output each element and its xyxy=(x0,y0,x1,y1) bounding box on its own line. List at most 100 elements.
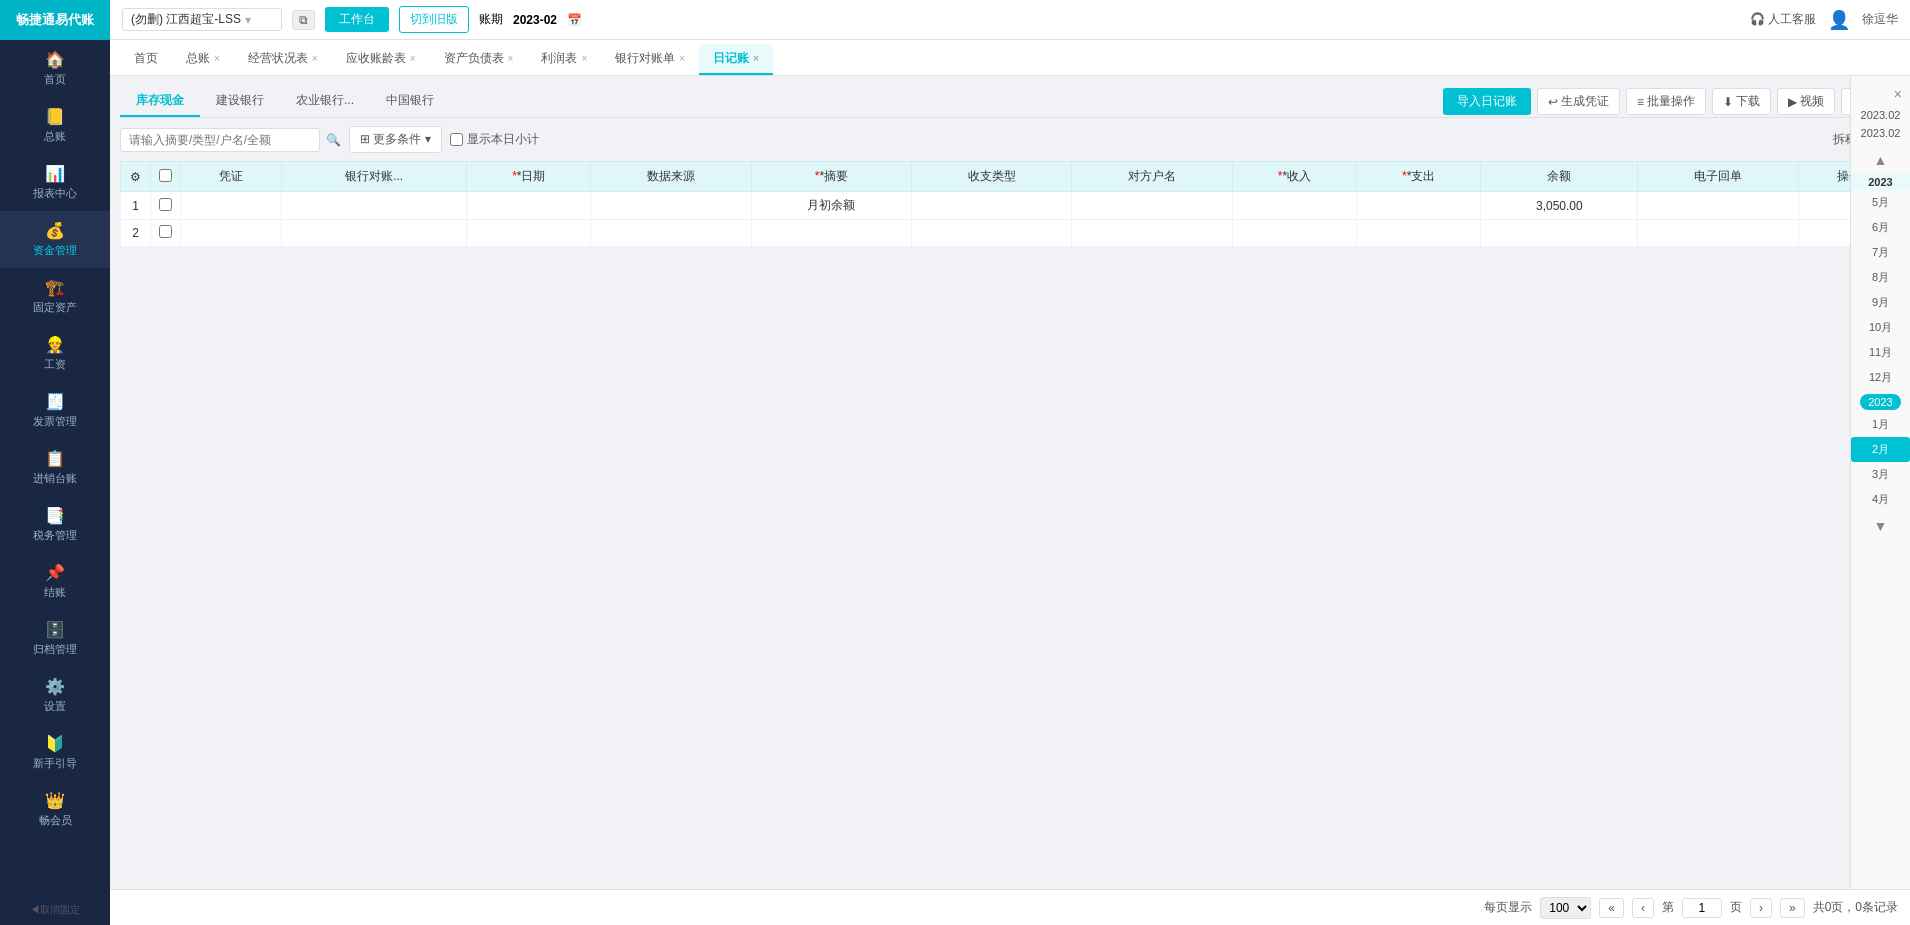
sidebar-item-archive[interactable]: 🗄️ 归档管理 xyxy=(0,610,110,667)
calendar-period-1: 2023.02 xyxy=(1861,106,1901,124)
cal-month-6[interactable]: 6月 xyxy=(1851,215,1910,240)
sidebar-item-ledger[interactable]: 📒 总账 xyxy=(0,97,110,154)
tab-business-label: 经营状况表 xyxy=(248,50,308,67)
archive-icon: 🗄️ xyxy=(45,620,65,639)
row-check-1[interactable] xyxy=(151,192,181,220)
copy-button[interactable]: ⧉ xyxy=(292,10,315,30)
row-counterparty-2 xyxy=(1072,220,1232,247)
tab-receivable-close[interactable]: × xyxy=(410,53,416,64)
more-filter-btn[interactable]: ⊞ 更多条件 ▾ xyxy=(349,126,442,153)
workbench-button[interactable]: 工作台 xyxy=(325,7,389,32)
company-select[interactable]: (勿删) 江西超宝-LSS ▾ xyxy=(122,8,282,31)
row-checkbox-2[interactable] xyxy=(159,225,172,238)
sidebar-item-tax[interactable]: 📑 税务管理 xyxy=(0,496,110,553)
tab-journal-label: 日记账 xyxy=(713,50,749,67)
tab-bank[interactable]: 银行对账单 × xyxy=(601,44,699,75)
row-date-2 xyxy=(467,220,591,247)
sidebar-item-home[interactable]: 🏠 首页 xyxy=(0,40,110,97)
cal-month-10[interactable]: 10月 xyxy=(1851,315,1910,340)
row-check-2[interactable] xyxy=(151,220,181,247)
generate-icon: ↩ xyxy=(1548,95,1558,109)
cal-month-4[interactable]: 4月 xyxy=(1851,487,1910,512)
sub-tab-abc[interactable]: 农业银行... xyxy=(280,86,370,117)
download-btn[interactable]: ⬇ 下载 xyxy=(1712,88,1771,115)
tab-bank-close[interactable]: × xyxy=(679,53,685,64)
tab-business-close[interactable]: × xyxy=(312,53,318,64)
support-label[interactable]: 🎧 人工客服 xyxy=(1750,11,1816,28)
cal-month-1[interactable]: 1月 xyxy=(1851,412,1910,437)
search-input[interactable] xyxy=(120,128,320,152)
sub-tab-boc[interactable]: 中国银行 xyxy=(370,86,450,117)
sidebar-item-vip[interactable]: 👑 畅会员 xyxy=(0,781,110,838)
close-books-icon: 📌 xyxy=(45,563,65,582)
sidebar-item-salary[interactable]: 👷 工资 xyxy=(0,325,110,382)
calendar-close-btn[interactable]: × xyxy=(1890,82,1906,106)
col-settings[interactable]: ⚙ xyxy=(121,162,151,192)
tab-profit-close[interactable]: × xyxy=(581,53,587,64)
tab-ledger-close[interactable]: × xyxy=(214,53,220,64)
tab-balance[interactable]: 资产负债表 × xyxy=(430,44,528,75)
cal-month-12[interactable]: 12月 xyxy=(1851,365,1910,390)
cal-month-8[interactable]: 8月 xyxy=(1851,265,1910,290)
col-check[interactable] xyxy=(151,162,181,192)
tab-receivable[interactable]: 应收账龄表 × xyxy=(332,44,430,75)
cal-month-5[interactable]: 5月 xyxy=(1851,190,1910,215)
page-input[interactable] xyxy=(1682,898,1722,918)
import-journal-btn[interactable]: 导入日记账 xyxy=(1443,88,1531,115)
show-daily-label[interactable]: 显示本日小计 xyxy=(450,131,539,148)
sidebar-item-invoice[interactable]: 🧾 发票管理 xyxy=(0,382,110,439)
sidebar-item-settings[interactable]: ⚙️ 设置 xyxy=(0,667,110,724)
tab-business[interactable]: 经营状况表 × xyxy=(234,44,332,75)
tab-ledger[interactable]: 总账 × xyxy=(172,44,234,75)
calendar-panel: × 2023.02 2023.02 ▲ 2023 5月 6月 7月 8月 9月 … xyxy=(1850,76,1910,889)
generate-voucher-btn[interactable]: ↩ 生成凭证 xyxy=(1537,88,1620,115)
cal-month-9[interactable]: 9月 xyxy=(1851,290,1910,315)
company-name: (勿删) 江西超宝-LSS xyxy=(131,11,241,28)
sidebar-item-guide[interactable]: 🔰 新手引导 xyxy=(0,724,110,781)
cal-month-7[interactable]: 7月 xyxy=(1851,240,1910,265)
last-page-btn[interactable]: » xyxy=(1780,898,1805,918)
row-date-1 xyxy=(467,192,591,220)
calendar-nav-down[interactable]: ▼ xyxy=(1872,516,1890,536)
switch-version-button[interactable]: 切到旧版 xyxy=(399,6,469,33)
video-btn[interactable]: ▶ 视频 xyxy=(1777,88,1835,115)
cal-month-2-active[interactable]: 2月 xyxy=(1851,437,1910,462)
calendar-nav-up[interactable]: ▲ xyxy=(1872,150,1890,170)
per-page-select[interactable]: 100 xyxy=(1540,897,1591,919)
sub-tab-cash[interactable]: 库存现金 xyxy=(120,86,200,117)
prev-page-btn[interactable]: ‹ xyxy=(1632,898,1654,918)
next-page-btn[interactable]: › xyxy=(1750,898,1772,918)
select-all-checkbox[interactable] xyxy=(159,169,172,182)
sidebar-item-assets[interactable]: 🏗️ 固定资产 xyxy=(0,268,110,325)
sidebar-item-finance[interactable]: 💰 资金管理 xyxy=(0,211,110,268)
batch-operation-btn[interactable]: ≡ 批量操作 xyxy=(1626,88,1706,115)
sub-tabs: 库存现金 建设银行 农业银行... 中国银行 导入日记账 ↩ 生成凭证 ≡ 批量… xyxy=(120,86,1900,118)
row-checkbox-1[interactable] xyxy=(159,198,172,211)
calendar-icon[interactable]: 📅 xyxy=(567,13,582,27)
tab-journal-close[interactable]: × xyxy=(753,53,759,64)
cal-month-11[interactable]: 11月 xyxy=(1851,340,1910,365)
tab-journal[interactable]: 日记账 × xyxy=(699,44,773,75)
sidebar-item-close[interactable]: 📌 结账 xyxy=(0,553,110,610)
first-page-btn[interactable]: « xyxy=(1599,898,1624,918)
sidebar-item-reports[interactable]: 📊 报表中心 xyxy=(0,154,110,211)
sidebar-toggle[interactable]: ◀取消固定 xyxy=(0,895,110,925)
page-content: 库存现金 建设银行 农业银行... 中国银行 导入日记账 ↩ 生成凭证 ≡ 批量… xyxy=(110,76,1910,889)
sidebar-item-purchase[interactable]: 📋 进销台账 xyxy=(0,439,110,496)
total-records: 共0页，0条记录 xyxy=(1813,899,1898,916)
home-icon: 🏠 xyxy=(45,50,65,69)
content-area: 库存现金 建设银行 农业银行... 中国银行 导入日记账 ↩ 生成凭证 ≡ 批量… xyxy=(110,76,1910,889)
tab-home[interactable]: 首页 xyxy=(120,44,172,75)
tab-profit[interactable]: 利润表 × xyxy=(527,44,601,75)
show-daily-checkbox[interactable] xyxy=(450,133,463,146)
main-panel: (勿删) 江西超宝-LSS ▾ ⧉ 工作台 切到旧版 账期 2023-02 📅 … xyxy=(110,0,1910,925)
sub-tab-ccb[interactable]: 建设银行 xyxy=(200,86,280,117)
search-icon[interactable]: 🔍 xyxy=(326,133,341,147)
cal-month-3[interactable]: 3月 xyxy=(1851,462,1910,487)
sidebar-label-finance: 资金管理 xyxy=(33,243,77,258)
user-name[interactable]: 徐逗华 xyxy=(1862,11,1898,28)
tab-balance-close[interactable]: × xyxy=(508,53,514,64)
period-prefix: 账期 xyxy=(479,11,503,28)
table-row: 2 xyxy=(121,220,1900,247)
sidebar-label-salary: 工资 xyxy=(44,357,66,372)
